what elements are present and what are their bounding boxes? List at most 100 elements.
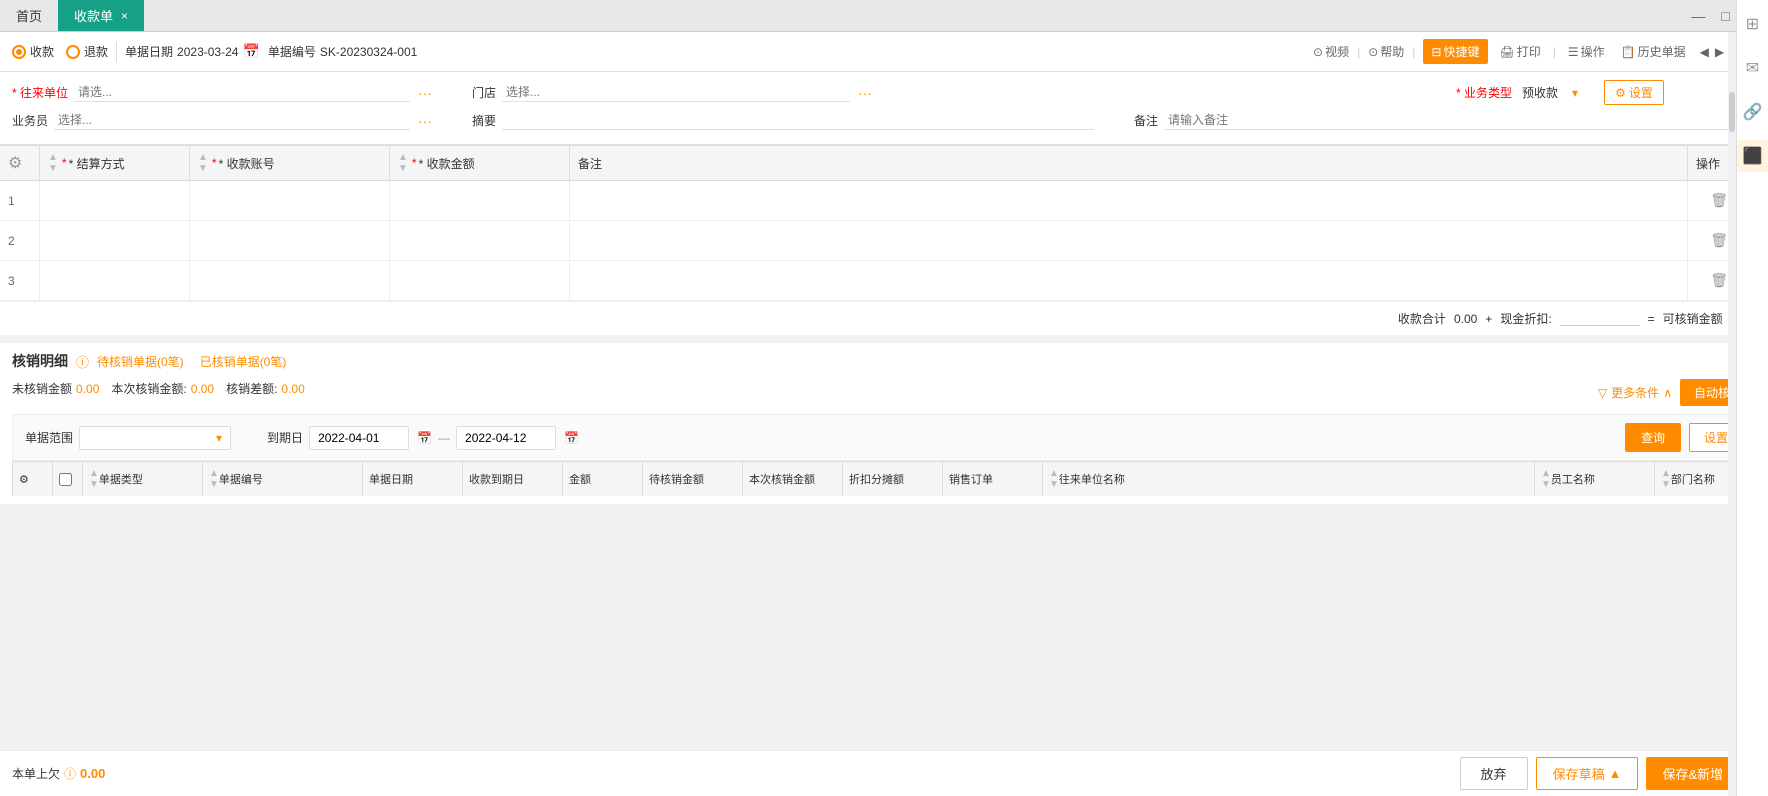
receipt-radio-dot [12, 45, 26, 59]
staff-more-icon[interactable]: ··· [418, 113, 432, 129]
counterpart-more-icon[interactable]: ··· [418, 85, 432, 101]
due-label: 到期日 [267, 429, 303, 446]
row3-remark[interactable] [570, 261, 1688, 300]
query-btn[interactable]: 查询 [1625, 423, 1681, 452]
sidebar-mail-icon[interactable]: ✉ [1740, 52, 1765, 84]
main-toolbar: 收款 退款 单据日期 2023-03-24 📅 单据编号 SK-20230324… [0, 32, 1768, 72]
summary-input[interactable] [502, 111, 1094, 130]
btcol-check[interactable] [53, 462, 83, 496]
tab-home-label: 首页 [16, 6, 42, 25]
row1-remark[interactable] [570, 181, 1688, 220]
sidebar-scan-icon[interactable]: ⬛ [1737, 140, 1768, 172]
row2-account[interactable] [190, 221, 390, 260]
row3-amount[interactable] [390, 261, 570, 300]
next-arrow[interactable]: ▶ [1713, 43, 1726, 61]
receipt-radio[interactable]: 收款 [12, 43, 54, 60]
row1-account[interactable] [190, 181, 390, 220]
counterpart-field: * 往来单位 ··· [12, 83, 432, 102]
table-settings-icon[interactable]: ⚙ [8, 153, 22, 173]
print-btn[interactable]: 🖨 打印 [1496, 41, 1545, 62]
total-label: 收款合计 [1398, 310, 1446, 327]
operation-btn[interactable]: ☰ 操作 [1564, 41, 1609, 62]
store-label: 门店 [472, 84, 496, 101]
col-amount-required: * [412, 156, 417, 170]
tab-receipt[interactable]: 收款单 × [58, 0, 144, 31]
calendar-icon[interactable]: 📅 [242, 43, 259, 60]
btcol-dept-label: 部门名称 [1671, 471, 1715, 487]
maximize-btn[interactable]: □ [1717, 8, 1733, 24]
video-link[interactable]: ⊙ 视频 [1313, 43, 1349, 60]
pending-tab[interactable]: 待核销单据(0笔) [97, 353, 184, 370]
col-settings-th[interactable]: ⚙ [0, 146, 40, 180]
col-amount-label: * 收款金额 [419, 155, 475, 172]
minimize-btn[interactable]: — [1687, 8, 1709, 24]
row1-amount[interactable] [390, 181, 570, 220]
row3-settlement[interactable] [40, 261, 190, 300]
store-input[interactable] [502, 83, 850, 102]
right-sidebar: ⊞ ✉ 🔗 ⬛ [1736, 0, 1768, 796]
due-date-field: 到期日 📅 — 📅 [267, 426, 579, 450]
refund-radio[interactable]: 退款 [66, 43, 108, 60]
receipt-table: ⚙ ▲▼ * * 结算方式 ▲▼ * * 收款账号 ▲▼ * * 收款金额 备注… [0, 145, 1768, 301]
col-account-required: * [212, 156, 217, 170]
net-label: 可核销金额 [1663, 310, 1723, 327]
row2-amount[interactable] [390, 221, 570, 260]
done-tab[interactable]: 已核销单据(0笔) [200, 353, 287, 370]
scrollbar-thumb[interactable] [1729, 92, 1735, 132]
btcol-staff: ▲▼ 员工名称 [1535, 462, 1655, 496]
row2-remark[interactable] [570, 221, 1688, 260]
row2-settlement[interactable] [40, 221, 190, 260]
col-settlement-required: * [62, 156, 67, 170]
btcol-amount: 金额 [563, 462, 643, 496]
row2-delete-icon[interactable]: 🗑 [1710, 232, 1728, 249]
range-select[interactable]: ▾ [79, 426, 231, 450]
col-account-th: ▲▼ * * 收款账号 [190, 146, 390, 180]
tab-close-icon[interactable]: × [121, 9, 128, 23]
table-header: ⚙ ▲▼ * * 结算方式 ▲▼ * * 收款账号 ▲▼ * * 收款金额 备注… [0, 145, 1768, 181]
business-type-dropdown[interactable]: ▾ [1572, 86, 1578, 100]
info-circle-icon[interactable]: ⓘ [64, 765, 76, 782]
sidebar-link-icon[interactable]: 🔗 [1737, 96, 1768, 128]
more-conditions-btn[interactable]: ▽ 更多条件 ∧ [1598, 384, 1672, 401]
date-to-input[interactable] [456, 426, 556, 450]
row1-delete-icon[interactable]: 🗑 [1710, 192, 1728, 209]
draft-chevron-icon[interactable]: ▲ [1609, 766, 1622, 781]
select-all-checkbox[interactable] [59, 473, 72, 486]
btcol-settings[interactable]: ⚙ [13, 462, 53, 496]
scrollbar[interactable] [1728, 32, 1736, 796]
staff-input[interactable] [54, 111, 410, 130]
help-link[interactable]: ⊙ 帮助 [1368, 43, 1404, 60]
save-draft-btn[interactable]: 保存草稿 ▲ [1536, 757, 1639, 790]
btcol-pending: 待核销金额 [643, 462, 743, 496]
verification-section: 核销明细 ⓘ 待核销单据(0笔) 已核销单据(0笔) 未核销金额 0.00 本次… [0, 343, 1768, 504]
discount-input[interactable] [1560, 311, 1640, 326]
setting-btn[interactable]: ⚙ 设置 [1604, 80, 1664, 105]
row1-settlement[interactable] [40, 181, 190, 220]
info-icon[interactable]: ⓘ [76, 352, 89, 371]
tab-home[interactable]: 首页 [0, 0, 58, 31]
bottom-bar: 本单上欠 ⓘ 0.00 放弃 保存草稿 ▲ 保存&新增 ▲ [0, 750, 1768, 796]
remark-input[interactable] [1164, 111, 1756, 130]
sidebar-table-icon[interactable]: ⊞ [1740, 8, 1765, 40]
discard-btn[interactable]: 放弃 [1460, 757, 1528, 790]
calendar-to-icon[interactable]: 📅 [564, 431, 579, 445]
form-row-2: 业务员 ··· 摘要 备注 [12, 111, 1756, 130]
btable-settings-icon[interactable]: ⚙ [19, 473, 29, 486]
store-more-icon[interactable]: ··· [858, 85, 872, 101]
btcol-counterpart-label: 往来单位名称 [1059, 471, 1125, 487]
row3-account[interactable] [190, 261, 390, 300]
shortcut-btn[interactable]: ⊟快捷键 [1423, 39, 1487, 64]
prev-arrow[interactable]: ◀ [1698, 43, 1711, 61]
col-actions-label: 操作 [1696, 155, 1720, 172]
receipt-type-group: 收款 退款 [12, 43, 108, 60]
staff-field: 业务员 ··· [12, 111, 432, 130]
date-from-input[interactable] [309, 426, 409, 450]
history-btn[interactable]: 📋 历史单据 [1617, 41, 1690, 62]
row3-delete-icon[interactable]: 🗑 [1710, 272, 1728, 289]
number-value: SK-20230324-001 [320, 45, 417, 59]
counterpart-input[interactable] [74, 83, 410, 102]
unchecked-label: 未核销金额 [12, 380, 72, 397]
btcol-discount: 折扣分摊额 [843, 462, 943, 496]
calendar-from-icon[interactable]: 📅 [417, 431, 432, 445]
more-conditions-label: 更多条件 [1611, 384, 1659, 401]
